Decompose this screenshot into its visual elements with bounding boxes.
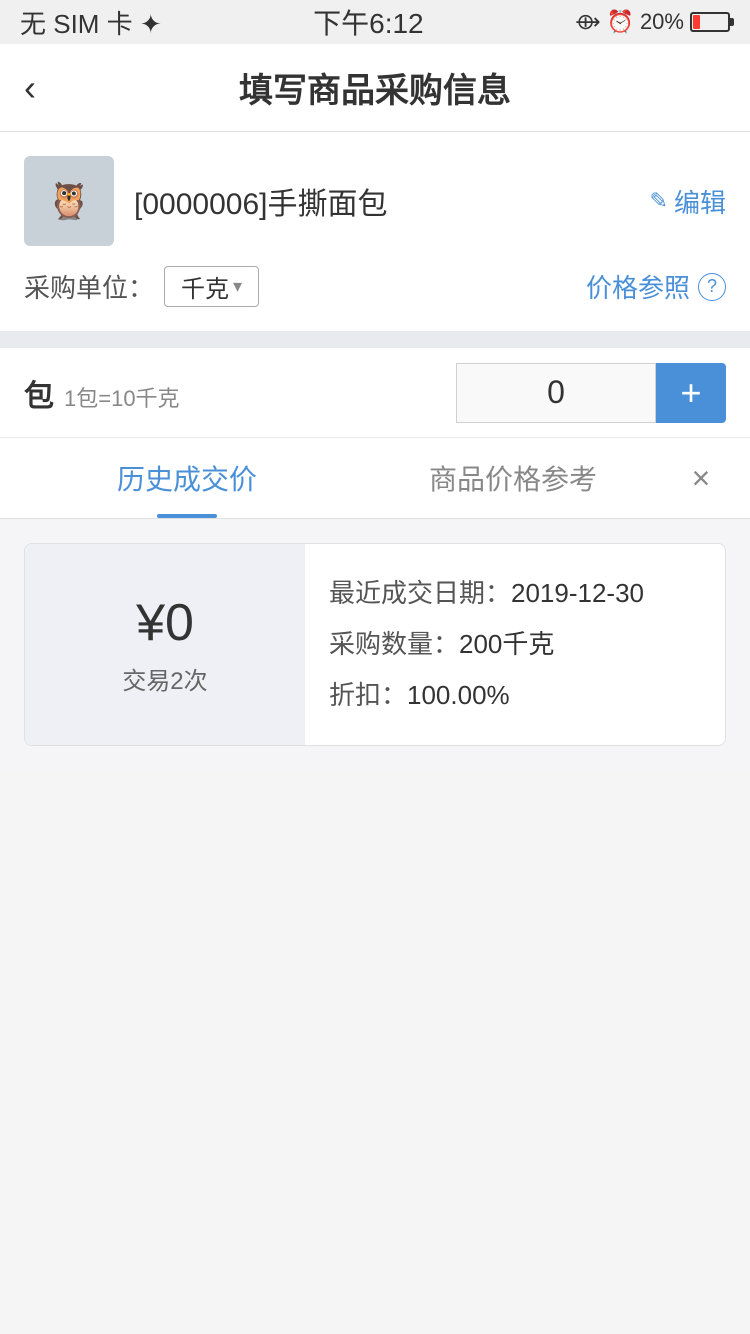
location-icon: ⟴ (575, 9, 600, 35)
price-currency-symbol: ¥ (136, 594, 165, 652)
price-amount: 0 (165, 594, 194, 652)
sim-label: 无 SIM 卡 ✦ (20, 4, 162, 41)
quantity-plus-button[interactable]: + (656, 363, 726, 423)
product-top: 🦉 [0000006]手撕面包 ✎ 编辑 (24, 156, 726, 246)
quantity-input[interactable]: 0 (456, 363, 656, 423)
back-button[interactable]: ‹ (24, 67, 36, 109)
tab-history-label: 历史成交价 (117, 458, 257, 498)
quantity-detail-label: 采购数量： (329, 629, 459, 659)
tabs-container: 历史成交价 商品价格参考 × (0, 438, 750, 519)
discount-label: 折扣： (329, 680, 407, 710)
quantity-row: 包 1包=10千克 0 + (0, 348, 750, 438)
purchase-unit-label: 采购单位： (24, 268, 154, 305)
purchase-unit-row: 采购单位： 千克 ▾ (24, 266, 259, 307)
status-left: 无 SIM 卡 ✦ (20, 4, 162, 41)
price-ref-label: 价格参照 (586, 268, 690, 305)
section-divider (0, 332, 750, 348)
price-transactions: 交易2次 (122, 661, 207, 696)
tab-product-label: 商品价格参考 (429, 458, 597, 498)
product-card: 🦉 [0000006]手撕面包 ✎ 编辑 采购单位： 千克 ▾ 价格参照 ? (0, 132, 750, 332)
dropdown-arrow-icon: ▾ (233, 276, 242, 297)
product-name: [0000006]手撕面包 (134, 179, 387, 223)
quantity-controls: 0 + (456, 363, 726, 423)
product-thumbnail: 🦉 (24, 156, 114, 246)
edit-icon: ✎ (650, 188, 668, 214)
recent-date-label: 最近成交日期： (329, 578, 511, 608)
quantity-detail-value: 200千克 (459, 629, 554, 659)
price-ref-info-icon: ? (698, 273, 726, 301)
status-bar: 无 SIM 卡 ✦ 下午6:12 ⟴ ⏰ 20% (0, 0, 750, 44)
price-card: ¥0 交易2次 最近成交日期：2019-12-30 采购数量：200千克 折扣：… (24, 543, 726, 746)
recent-date-row: 最近成交日期：2019-12-30 (329, 574, 701, 613)
product-logo-icon: 🦉 (47, 180, 92, 222)
quantity-unit-sub: 1包=10千克 (64, 381, 180, 413)
header: ‹ 填写商品采购信息 (0, 44, 750, 132)
product-left: 🦉 [0000006]手撕面包 (24, 156, 387, 246)
tab-close-button[interactable]: × (676, 438, 726, 518)
discount-value: 100.00% (407, 680, 510, 710)
product-bottom: 采购单位： 千克 ▾ 价格参照 ? (24, 266, 726, 307)
unit-dropdown[interactable]: 千克 ▾ (164, 266, 259, 307)
status-time: 下午6:12 (313, 2, 424, 42)
tab-product-price[interactable]: 商品价格参考 (350, 438, 676, 518)
price-reference-button[interactable]: 价格参照 ? (586, 268, 726, 305)
price-card-section: ¥0 交易2次 最近成交日期：2019-12-30 采购数量：200千克 折扣：… (0, 519, 750, 770)
tab-history-price[interactable]: 历史成交价 (24, 438, 350, 518)
edit-label: 编辑 (674, 183, 726, 220)
unit-value: 千克 (181, 269, 229, 304)
quantity-unit-main: 包 (24, 371, 54, 415)
price-card-left: ¥0 交易2次 (25, 544, 305, 745)
page-title: 填写商品采购信息 (239, 63, 511, 112)
quantity-label: 包 1包=10千克 (24, 371, 180, 415)
price-card-right: 最近成交日期：2019-12-30 采购数量：200千克 折扣：100.00% (305, 544, 725, 745)
battery-percent: 20% (640, 9, 684, 35)
discount-row: 折扣：100.00% (329, 676, 701, 715)
status-right: ⟴ ⏰ 20% (575, 9, 730, 35)
quantity-detail-row: 采购数量：200千克 (329, 625, 701, 664)
edit-button[interactable]: ✎ 编辑 (650, 183, 726, 220)
price-display: ¥0 (136, 593, 194, 653)
alarm-icon: ⏰ (607, 9, 634, 35)
recent-date-value: 2019-12-30 (511, 578, 644, 608)
battery-icon (690, 12, 730, 32)
